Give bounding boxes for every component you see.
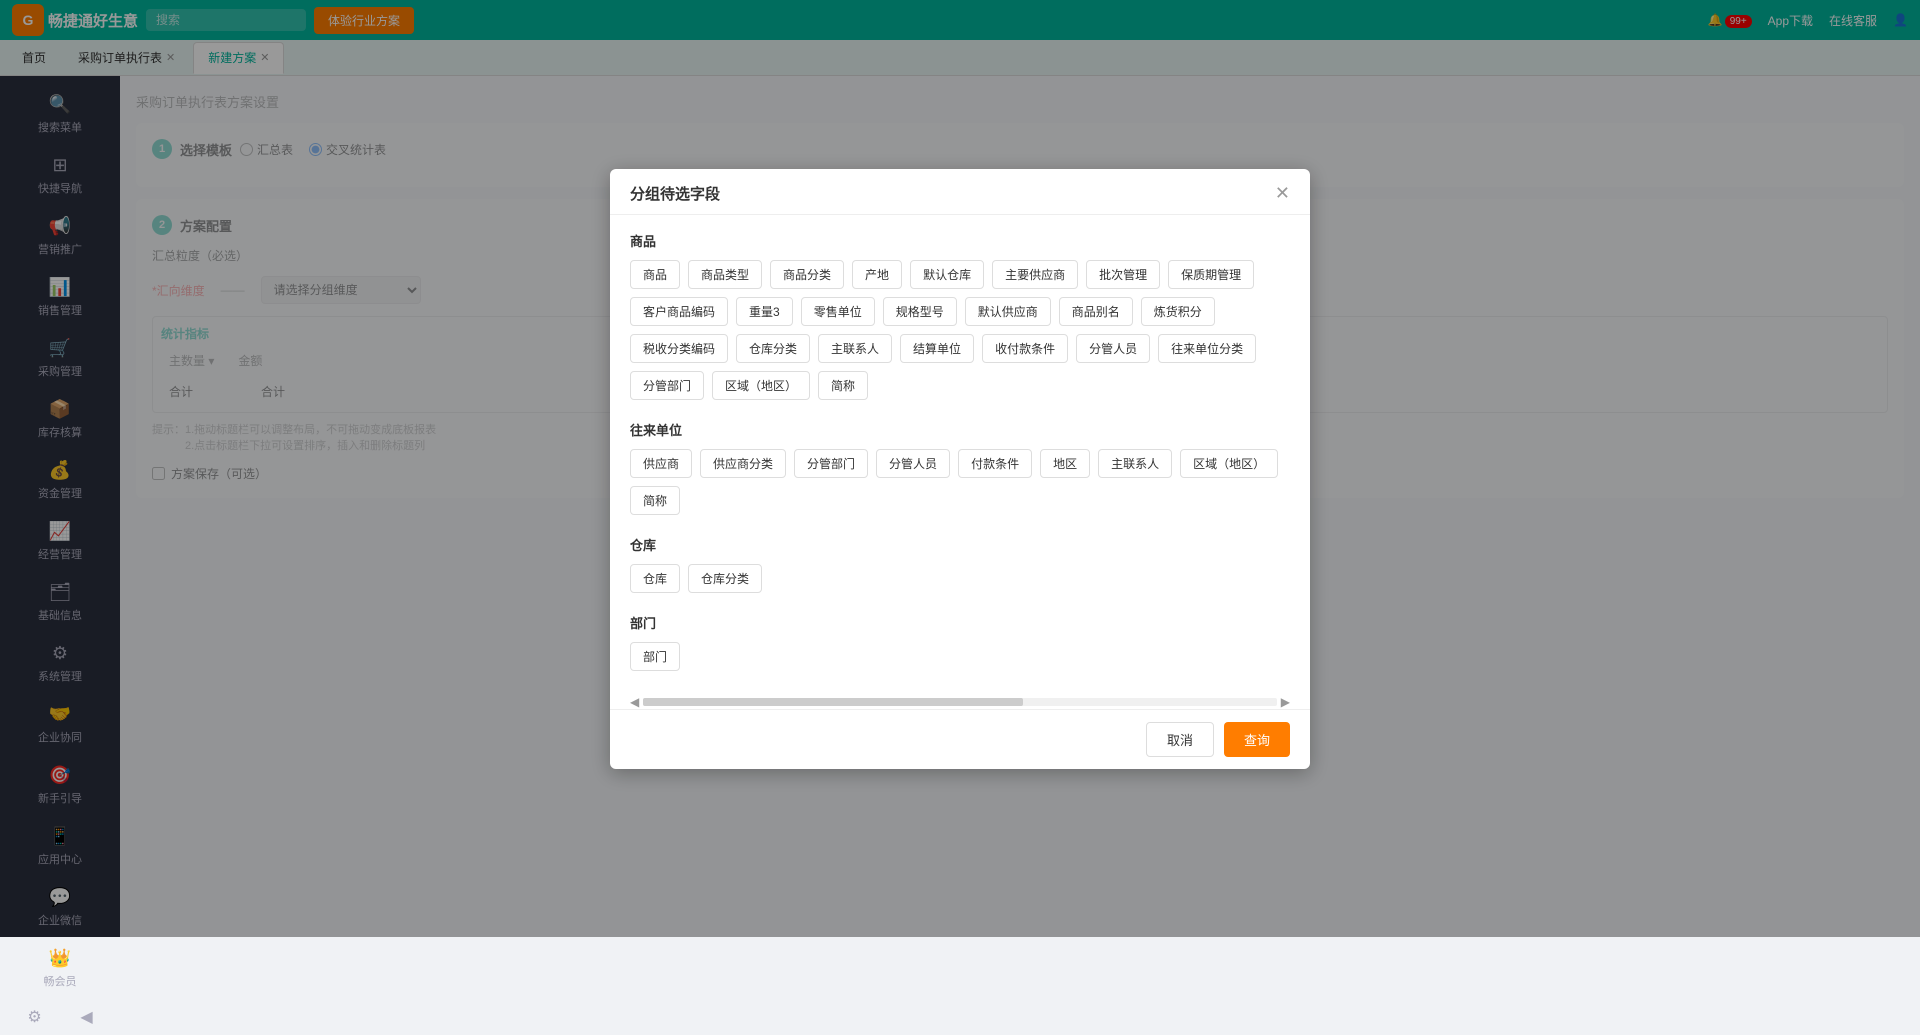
field-tag-goods-20[interactable]: 收付款条件	[982, 334, 1068, 363]
field-tag-goods-8[interactable]: 保质期管理	[1168, 260, 1254, 289]
field-tag-goods-4[interactable]: 产地	[852, 260, 902, 289]
field-tag-goods-24[interactable]: 区域（地区）	[712, 371, 810, 400]
field-tags-partner: 供应商 供应商分类 分管部门 分管人员 付款条件 地区 主联系人 区域（地区） …	[630, 449, 1290, 515]
field-tags-dept: 部门	[630, 642, 1290, 671]
field-tag-goods-14[interactable]: 商品别名	[1059, 297, 1133, 326]
field-tag-goods-5[interactable]: 默认仓库	[910, 260, 984, 289]
field-tag-partner-2[interactable]: 供应商分类	[700, 449, 786, 478]
scroll-left-arrow[interactable]: ◀	[630, 695, 639, 709]
field-tag-goods-13[interactable]: 默认供应商	[965, 297, 1051, 326]
modal-header: 分组待选字段 ✕	[610, 169, 1310, 215]
modal-hscroll-area: ◀ ▶	[610, 691, 1310, 709]
collapse-btn[interactable]: ◀	[80, 1007, 92, 1027]
hscroll-thumb	[643, 698, 1023, 706]
field-tags-goods: 商品 商品类型 商品分类 产地 默认仓库 主要供应商 批次管理 保质期管理 客户…	[630, 260, 1290, 400]
modal-title: 分组待选字段	[630, 183, 720, 204]
field-section-partner: 往来单位 供应商 供应商分类 分管部门 分管人员 付款条件 地区 主联系人 区域…	[630, 420, 1290, 515]
field-tag-goods-25[interactable]: 简称	[818, 371, 868, 400]
sidebar-bottom: ⚙ ◀	[0, 999, 120, 1035]
field-tag-goods-23[interactable]: 分管部门	[630, 371, 704, 400]
field-tag-goods-19[interactable]: 结算单位	[900, 334, 974, 363]
section-title-dept: 部门	[630, 613, 1290, 632]
field-tag-goods-2[interactable]: 商品类型	[688, 260, 762, 289]
modal-body: 商品 商品 商品类型 商品分类 产地 默认仓库 主要供应商 批次管理 保质期管理…	[610, 215, 1310, 691]
field-tag-warehouse-1[interactable]: 仓库	[630, 564, 680, 593]
field-tag-goods-21[interactable]: 分管人员	[1076, 334, 1150, 363]
sidebar-item-member[interactable]: 👑 畅会员	[0, 938, 120, 999]
field-tag-goods-11[interactable]: 零售单位	[801, 297, 875, 326]
modal-close-btn[interactable]: ✕	[1275, 183, 1290, 204]
field-tag-goods-18[interactable]: 主联系人	[818, 334, 892, 363]
scroll-right-arrow[interactable]: ▶	[1281, 695, 1290, 709]
field-section-goods: 商品 商品 商品类型 商品分类 产地 默认仓库 主要供应商 批次管理 保质期管理…	[630, 231, 1290, 400]
modal-cancel-btn[interactable]: 取消	[1146, 722, 1214, 757]
member-icon: 👑	[49, 948, 71, 969]
field-tag-dept-1[interactable]: 部门	[630, 642, 680, 671]
field-tag-partner-9[interactable]: 简称	[630, 486, 680, 515]
modal: 分组待选字段 ✕ 商品 商品 商品类型 商品分类 产地 默认仓库 主要供应商 批…	[610, 169, 1310, 769]
field-tag-partner-4[interactable]: 分管人员	[876, 449, 950, 478]
field-tag-partner-1[interactable]: 供应商	[630, 449, 692, 478]
field-tag-goods-12[interactable]: 规格型号	[883, 297, 957, 326]
field-tag-partner-8[interactable]: 区域（地区）	[1180, 449, 1278, 478]
section-title-partner: 往来单位	[630, 420, 1290, 439]
section-title-warehouse: 仓库	[630, 535, 1290, 554]
field-tag-goods-1[interactable]: 商品	[630, 260, 680, 289]
settings-bottom-btn[interactable]: ⚙	[27, 1007, 41, 1027]
field-tag-partner-5[interactable]: 付款条件	[958, 449, 1032, 478]
section-title-goods: 商品	[630, 231, 1290, 250]
field-tag-partner-6[interactable]: 地区	[1040, 449, 1090, 478]
sidebar-label-member: 畅会员	[44, 973, 77, 989]
field-tag-goods-7[interactable]: 批次管理	[1086, 260, 1160, 289]
hscroll-track	[643, 698, 1277, 706]
field-tag-goods-10[interactable]: 重量3	[736, 297, 793, 326]
field-tag-warehouse-2[interactable]: 仓库分类	[688, 564, 762, 593]
modal-footer: 取消 查询	[610, 709, 1310, 769]
modal-overlay: 分组待选字段 ✕ 商品 商品 商品类型 商品分类 产地 默认仓库 主要供应商 批…	[0, 0, 1920, 937]
field-tag-goods-22[interactable]: 往来单位分类	[1158, 334, 1256, 363]
field-tag-goods-16[interactable]: 税收分类编码	[630, 334, 728, 363]
field-tag-goods-15[interactable]: 炼货积分	[1141, 297, 1215, 326]
modal-confirm-btn[interactable]: 查询	[1224, 722, 1290, 757]
field-tag-goods-9[interactable]: 客户商品编码	[630, 297, 728, 326]
field-tag-partner-3[interactable]: 分管部门	[794, 449, 868, 478]
field-tag-partner-7[interactable]: 主联系人	[1098, 449, 1172, 478]
field-section-warehouse: 仓库 仓库 仓库分类	[630, 535, 1290, 593]
field-section-dept: 部门 部门	[630, 613, 1290, 671]
field-tag-goods-6[interactable]: 主要供应商	[992, 260, 1078, 289]
field-tag-goods-17[interactable]: 仓库分类	[736, 334, 810, 363]
field-tags-warehouse: 仓库 仓库分类	[630, 564, 1290, 593]
field-tag-goods-3[interactable]: 商品分类	[770, 260, 844, 289]
